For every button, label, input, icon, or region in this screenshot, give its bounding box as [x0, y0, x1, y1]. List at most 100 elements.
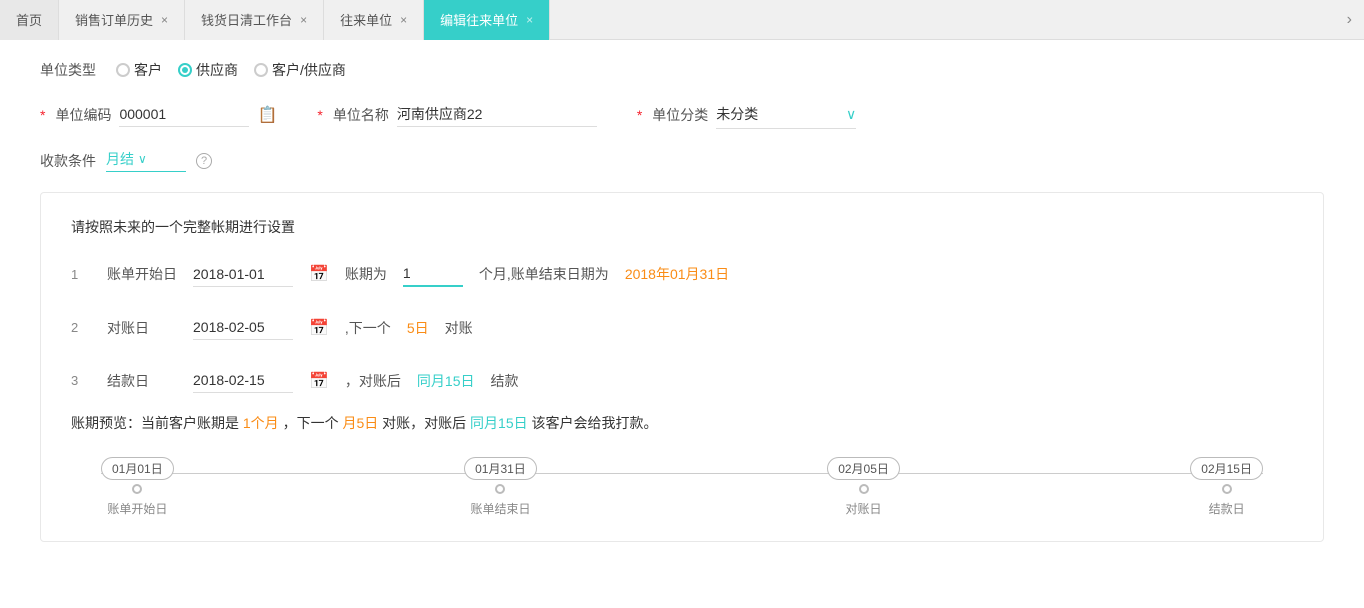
tab-edit-partner-close[interactable]: ×	[526, 13, 533, 27]
unit-category-value: 未分类	[716, 104, 842, 124]
unit-category-star: *	[637, 107, 642, 123]
timeline-point-2: 01月31日 账单结束日	[464, 457, 537, 517]
row-label-3: 结款日	[107, 371, 177, 391]
timeline-line	[101, 473, 1263, 474]
unit-code-icon[interactable]: 📋	[257, 105, 277, 125]
preview-mid1: ，下一个	[283, 415, 339, 431]
row-label-1: 账单开始日	[107, 264, 177, 284]
start-date-calendar[interactable]: 📅	[309, 264, 329, 284]
tab-home-label: 首页	[16, 10, 42, 29]
timeline: 01月01日 账单开始日 01月31日 账单结束日 02月05日 对账日 02月…	[71, 457, 1293, 517]
payment-terms-row: 收款条件 月结 ∨ ?	[40, 149, 1324, 172]
setting-row-1: 1 账单开始日 📅 账期为 个月,账单结束日期为 2018年01月31日	[71, 261, 1293, 287]
radio-customer-label: 客户	[134, 60, 162, 80]
payment-terms-help[interactable]: ?	[196, 153, 212, 169]
row-3-suffix: 结款	[491, 371, 519, 391]
payment-terms-arrow: ∨	[138, 152, 147, 166]
start-date-input[interactable]	[193, 262, 293, 287]
tab-partner-close[interactable]: ×	[400, 13, 407, 27]
unit-name-input[interactable]	[397, 102, 597, 127]
preview-text: 账期预览：当前客户账期是 1个月 ，下一个 月5日 对账，对账后 同月15日 该…	[71, 413, 1293, 433]
radio-supplier[interactable]: 供应商	[178, 60, 238, 80]
row-label-2: 对账日	[107, 318, 177, 338]
row-num-2: 2	[71, 320, 91, 335]
timeline-dot-1	[132, 484, 142, 494]
timeline-label-4: 结款日	[1209, 500, 1245, 517]
radio-customer-circle	[116, 63, 130, 77]
row-1-end-date: 2018年01月31日	[625, 264, 729, 284]
tab-cash-work-label: 钱货日清工作台	[201, 10, 292, 29]
panel-title: 请按照未来的一个完整帐期进行设置	[71, 217, 1293, 237]
tab-edit-partner[interactable]: 编辑往来单位 ×	[424, 0, 550, 40]
row-1-suffix: 个月,账单结束日期为	[479, 264, 609, 284]
timeline-point-4: 02月15日 结款日	[1190, 457, 1263, 517]
tab-edit-partner-label: 编辑往来单位	[440, 10, 518, 29]
unit-type-label: 单位类型	[40, 60, 96, 80]
unit-name-group: * 单位名称	[317, 102, 596, 127]
tab-partner[interactable]: 往来单位 ×	[324, 0, 424, 40]
tab-scroll-arrow[interactable]: ›	[1335, 11, 1364, 29]
setting-row-3: 3 结款日 📅 ，对账后 同月15日 结款	[71, 368, 1293, 393]
unit-category-arrow: ∨	[846, 106, 856, 123]
row-2-highlight: 5日	[407, 318, 429, 338]
unit-code-group: * 单位编码 📋	[40, 102, 277, 127]
timeline-point-3: 02月05日 对账日	[827, 457, 900, 517]
unit-name-label: 单位名称	[333, 105, 389, 125]
settings-panel: 请按照未来的一个完整帐期进行设置 1 账单开始日 📅 账期为 个月,账单结束日期…	[40, 192, 1324, 542]
radio-both[interactable]: 客户/供应商	[254, 60, 346, 80]
tab-sales-history[interactable]: 销售订单历史 ×	[59, 0, 185, 40]
preview-month: 1个月	[243, 415, 279, 431]
timeline-badge-4: 02月15日	[1190, 457, 1263, 480]
preview-mid2: 对账，对账后	[382, 415, 466, 431]
unit-code-input[interactable]	[119, 102, 249, 127]
timeline-label-2: 账单结束日	[470, 500, 530, 517]
timeline-dot-2	[495, 484, 505, 494]
tab-cash-work[interactable]: 钱货日清工作台 ×	[185, 0, 324, 40]
month-input[interactable]	[403, 261, 463, 287]
payment-terms-value: 月结	[106, 149, 134, 169]
radio-both-circle	[254, 63, 268, 77]
row-3-highlight: 同月15日	[417, 371, 475, 391]
main-content: 单位类型 客户 供应商 客户/供应商 * 单位编码 📋 * 单位名称	[0, 40, 1364, 608]
radio-customer[interactable]: 客户	[116, 60, 162, 80]
timeline-badge-1: 01月01日	[101, 457, 174, 480]
preview-same-day: 同月15日	[470, 415, 528, 431]
row-2-suffix: 对账	[445, 318, 473, 338]
row-2-prefix: ,下一个	[345, 318, 391, 338]
radio-both-label: 客户/供应商	[272, 60, 346, 80]
payment-terms-dropdown[interactable]: 月结 ∨	[106, 149, 186, 172]
payment-date-input[interactable]	[193, 368, 293, 393]
tab-cash-work-close[interactable]: ×	[300, 13, 307, 27]
preview-prefix: 账期预览：当前客户账期是	[71, 415, 239, 431]
tab-partner-label: 往来单位	[340, 10, 392, 29]
timeline-dot-3	[859, 484, 869, 494]
unit-type-radio-group: 客户 供应商 客户/供应商	[116, 60, 346, 80]
tab-sales-history-label: 销售订单历史	[75, 10, 153, 29]
unit-info-row: * 单位编码 📋 * 单位名称 * 单位分类 未分类 ∨	[40, 100, 1324, 129]
radio-supplier-circle	[178, 63, 192, 77]
timeline-label-3: 对账日	[846, 500, 882, 517]
payment-date-calendar[interactable]: 📅	[309, 371, 329, 391]
tab-bar: 首页 销售订单历史 × 钱货日清工作台 × 往来单位 × 编辑往来单位 × ›	[0, 0, 1364, 40]
timeline-badge-2: 01月31日	[464, 457, 537, 480]
unit-code-label: 单位编码	[55, 105, 111, 125]
unit-category-label: 单位分类	[652, 105, 708, 125]
row-3-prefix: ，对账后	[345, 371, 401, 391]
timeline-badge-3: 02月05日	[827, 457, 900, 480]
preview-suffix: 该客户会给我打款。	[532, 415, 658, 431]
preview-day: 月5日	[342, 415, 378, 431]
row-1-prefix: 账期为	[345, 264, 387, 284]
reconcile-date-calendar[interactable]: 📅	[309, 318, 329, 338]
row-num-3: 3	[71, 373, 91, 388]
reconcile-date-input[interactable]	[193, 315, 293, 340]
setting-row-2: 2 对账日 📅 ,下一个 5日 对账	[71, 315, 1293, 340]
unit-category-select[interactable]: 未分类 ∨	[716, 100, 856, 129]
tab-sales-history-close[interactable]: ×	[161, 13, 168, 27]
payment-terms-label: 收款条件	[40, 151, 96, 171]
radio-supplier-label: 供应商	[196, 60, 238, 80]
timeline-label-1: 账单开始日	[107, 500, 167, 517]
timeline-dot-4	[1222, 484, 1232, 494]
timeline-point-1: 01月01日 账单开始日	[101, 457, 174, 517]
tab-home[interactable]: 首页	[0, 0, 59, 40]
unit-category-group: * 单位分类 未分类 ∨	[637, 100, 856, 129]
